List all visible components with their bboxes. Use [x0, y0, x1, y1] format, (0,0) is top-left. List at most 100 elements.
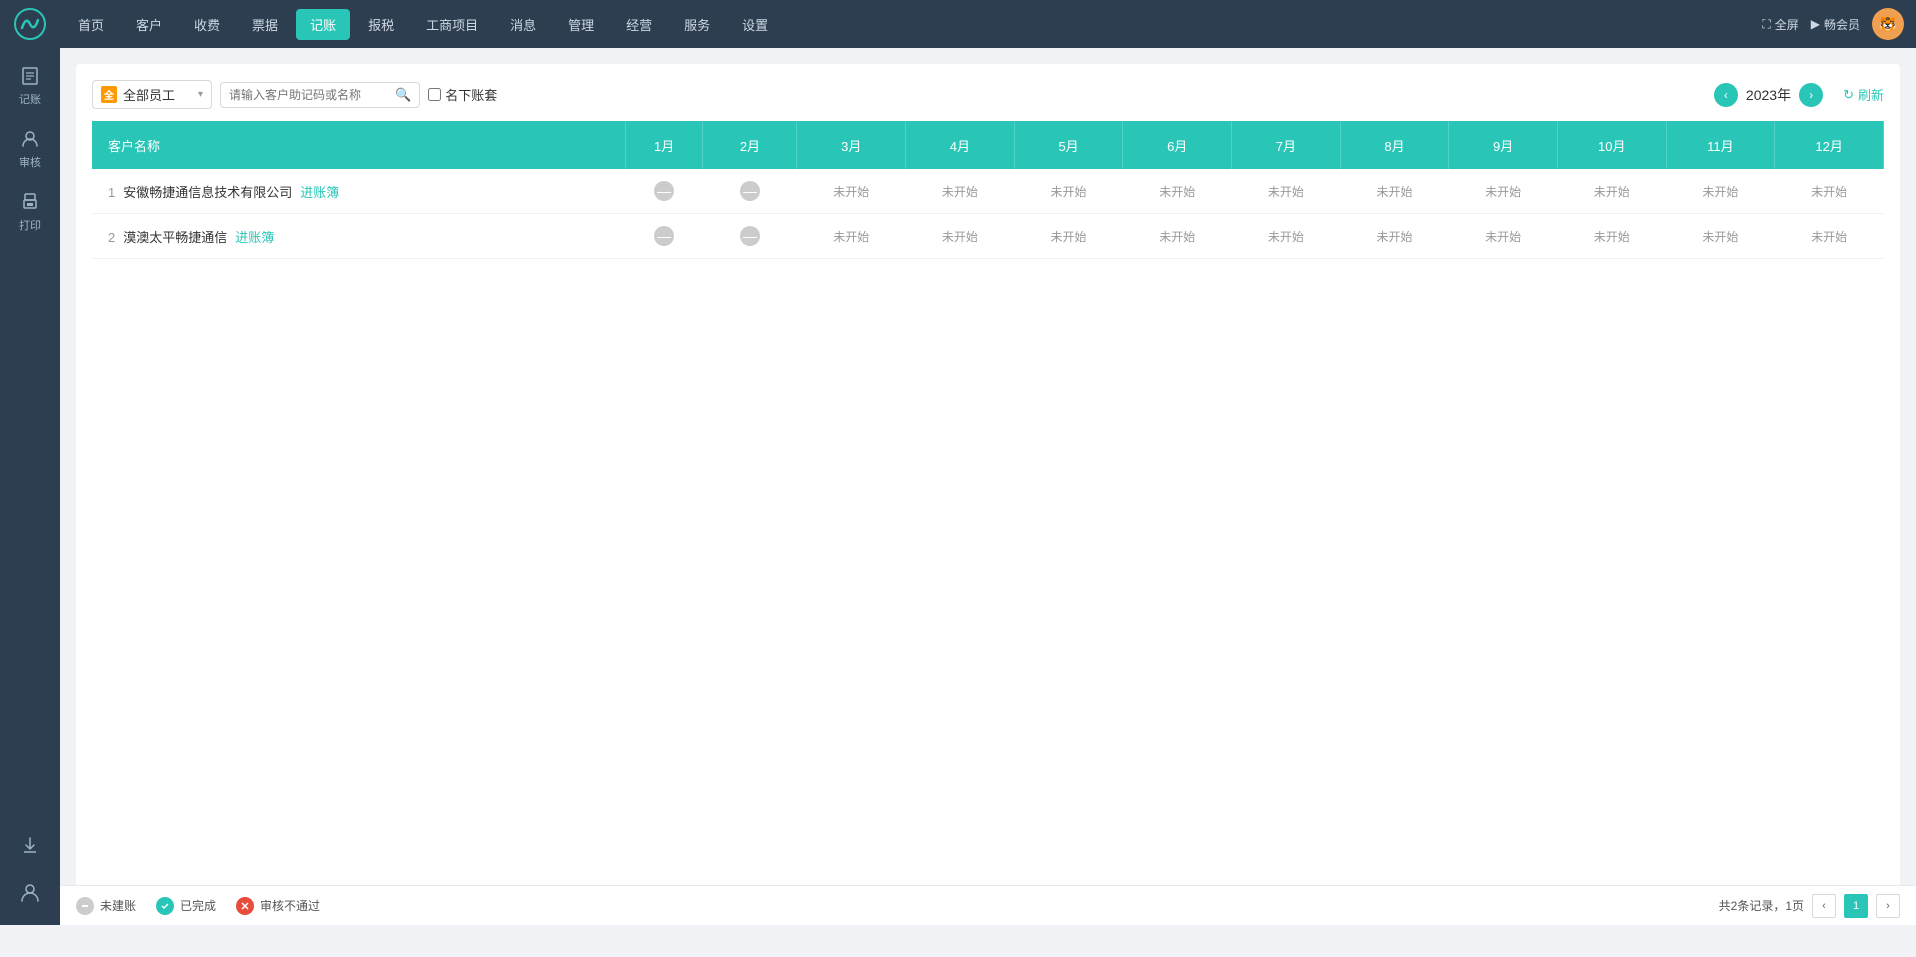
- status-dot-gray: —: [740, 226, 760, 246]
- sidebar-item-audit[interactable]: 审核: [4, 119, 56, 178]
- cell-m10-1: 未开始: [1557, 214, 1666, 259]
- nav-service[interactable]: 服务: [670, 9, 724, 40]
- cell-m9-1: 未开始: [1449, 214, 1558, 259]
- next-page-button[interactable]: ›: [1876, 894, 1900, 918]
- col-header-m3: 3月: [797, 121, 906, 169]
- fullscreen-button[interactable]: ⛶ 全屏: [1762, 16, 1798, 33]
- nav-ledger[interactable]: 记账: [296, 9, 350, 40]
- cell-m8-1: 未开始: [1340, 214, 1449, 259]
- sidebar-ledger-label: 记账: [19, 91, 41, 107]
- status-not-started: 未开始: [1594, 230, 1630, 244]
- nav-invoice[interactable]: 票据: [238, 9, 292, 40]
- rejected-label: 审核不通过: [260, 897, 320, 914]
- employee-select[interactable]: 全 全部员工 ▾: [92, 80, 212, 109]
- not-built-label: 未建账: [100, 897, 136, 914]
- employee-icon: 全: [101, 86, 117, 103]
- audit-icon: [18, 127, 42, 151]
- status-dot-gray: —: [740, 181, 760, 201]
- col-header-m11: 11月: [1666, 121, 1775, 169]
- nav-items: 首页 客户 收费 票据 记账 报税 工商项目 消息 管理 经营 服务 设置: [64, 9, 1762, 40]
- col-header-m10: 10月: [1557, 121, 1666, 169]
- year-navigation: ‹ 2023年 ›: [1714, 83, 1823, 107]
- cell-m11-1: 未开始: [1666, 214, 1775, 259]
- cell-m5-0: 未开始: [1014, 169, 1123, 214]
- table-row: 1安徽畅捷通信息技术有限公司进账簿——未开始未开始未开始未开始未开始未开始未开始…: [92, 169, 1884, 214]
- vip-icon: ▶: [1811, 17, 1820, 31]
- sidebar-user[interactable]: [4, 873, 56, 913]
- refresh-button[interactable]: ↻ 刷新: [1843, 85, 1884, 104]
- cell-name-0: 1 安徽畅捷通信息技术有限公司进账簿: [92, 169, 625, 214]
- cell-m4-1: 未开始: [906, 214, 1015, 259]
- status-not-started: 未开始: [1159, 185, 1195, 199]
- col-header-m7: 7月: [1232, 121, 1341, 169]
- nav-settings[interactable]: 设置: [728, 9, 782, 40]
- status-not-started: 未开始: [1485, 185, 1521, 199]
- cell-m1-0: —: [625, 169, 703, 214]
- sidebar-item-ledger[interactable]: 记账: [4, 56, 56, 115]
- legend-completed: 已完成: [156, 897, 216, 915]
- table-wrapper: 客户名称 1月 2月 3月 4月 5月 6月 7月 8月 9月 10月 11月: [92, 121, 1884, 259]
- nav-tax[interactable]: 报税: [354, 9, 408, 40]
- cell-m2-0: —: [703, 169, 797, 214]
- status-not-started: 未开始: [1485, 230, 1521, 244]
- cell-m7-1: 未开始: [1232, 214, 1341, 259]
- page-1-button[interactable]: 1: [1844, 894, 1868, 918]
- enter-ledger-link[interactable]: 进账簿: [235, 230, 274, 245]
- prev-page-button[interactable]: ‹: [1812, 894, 1836, 918]
- legend-rejected: 审核不通过: [236, 897, 320, 915]
- col-header-name: 客户名称: [92, 121, 625, 169]
- nav-billing[interactable]: 收费: [180, 9, 234, 40]
- search-wrap: 🔍: [220, 82, 420, 108]
- cell-m3-1: 未开始: [797, 214, 906, 259]
- status-not-started: 未开始: [1376, 185, 1412, 199]
- refresh-icon: ↻: [1843, 87, 1854, 103]
- col-header-m2: 2月: [703, 121, 797, 169]
- sidebar-item-print[interactable]: 打印: [4, 182, 56, 241]
- vip-button[interactable]: ▶ 畅会员: [1811, 16, 1860, 33]
- cell-m11-0: 未开始: [1666, 169, 1775, 214]
- nav-manage[interactable]: 管理: [554, 9, 608, 40]
- cell-m4-0: 未开始: [906, 169, 1015, 214]
- next-year-button[interactable]: ›: [1799, 83, 1823, 107]
- year-display: 2023年: [1746, 85, 1791, 105]
- company-name: 安徽畅捷通信息技术有限公司: [123, 185, 292, 200]
- account-table: 客户名称 1月 2月 3月 4月 5月 6月 7月 8月 9月 10月 11月: [92, 121, 1884, 259]
- nav-operation[interactable]: 经营: [612, 9, 666, 40]
- nav-message[interactable]: 消息: [496, 9, 550, 40]
- completed-dot: [156, 897, 174, 915]
- own-account-checkbox[interactable]: [428, 88, 441, 101]
- status-not-started: 未开始: [1811, 230, 1847, 244]
- user-avatar[interactable]: 🐯: [1872, 8, 1904, 40]
- app-logo: [12, 6, 48, 42]
- cell-m3-0: 未开始: [797, 169, 906, 214]
- cell-m12-1: 未开始: [1775, 214, 1884, 259]
- print-icon: [18, 190, 42, 214]
- fullscreen-label: 全屏: [1775, 16, 1799, 33]
- row-num: 1: [108, 185, 115, 200]
- not-built-dot: [76, 897, 94, 915]
- col-header-m4: 4月: [906, 121, 1015, 169]
- nav-business[interactable]: 工商项目: [412, 9, 492, 40]
- enter-ledger-link[interactable]: 进账簿: [300, 185, 339, 200]
- col-header-m12: 12月: [1775, 121, 1884, 169]
- search-input[interactable]: [229, 88, 389, 102]
- table-head: 客户名称 1月 2月 3月 4月 5月 6月 7月 8月 9月 10月 11月: [92, 121, 1884, 169]
- own-account-checkbox-wrap[interactable]: 名下账套: [428, 85, 497, 104]
- sidebar-user-icon: [18, 881, 42, 905]
- company-name: 漠澳太平畅捷通信: [123, 230, 227, 245]
- nav-home[interactable]: 首页: [64, 9, 118, 40]
- col-header-m1: 1月: [625, 121, 703, 169]
- status-not-started: 未开始: [1159, 230, 1195, 244]
- nav-customer[interactable]: 客户: [122, 9, 176, 40]
- cell-m2-1: —: [703, 214, 797, 259]
- sidebar-download[interactable]: [4, 825, 56, 865]
- cell-m12-0: 未开始: [1775, 169, 1884, 214]
- dropdown-arrow-icon: ▾: [198, 89, 203, 100]
- search-icon[interactable]: 🔍: [395, 87, 411, 103]
- legend-not-built: 未建账: [76, 897, 136, 915]
- cell-m5-1: 未开始: [1014, 214, 1123, 259]
- prev-year-button[interactable]: ‹: [1714, 83, 1738, 107]
- status-dot-gray: —: [654, 181, 674, 201]
- footer: 未建账 已完成 审核不通过 共2条记录，1页 ‹ 1 ›: [60, 885, 1916, 925]
- rejected-dot: [236, 897, 254, 915]
